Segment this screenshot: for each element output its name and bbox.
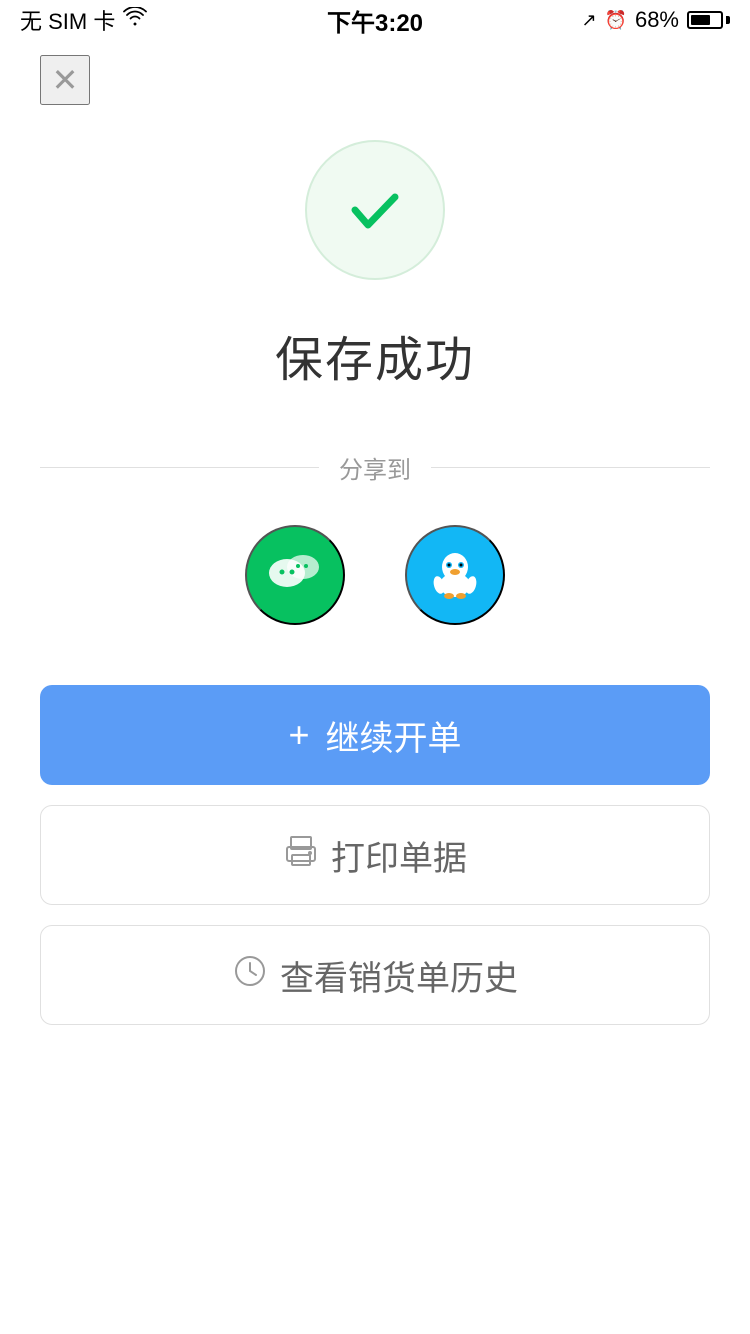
wifi-icon [123,7,147,33]
divider-left [40,467,319,468]
sim-text: 无 SIM 卡 [20,4,115,36]
history-icon [232,953,268,998]
share-section: 分享到 [40,450,710,625]
checkmark-icon [340,175,410,245]
alarm-icon: ⏰ [605,10,627,31]
divider-right [431,467,710,468]
print-label: 打印单据 [331,831,467,880]
status-time: 下午3:20 [327,3,423,38]
close-icon: ✕ [52,61,79,99]
printer-icon [283,833,319,878]
location-icon: ↗ [581,10,596,31]
share-divider: 分享到 [40,450,710,485]
wechat-share-button[interactable] [245,525,345,625]
history-label: 查看销货单历史 [280,951,518,1000]
share-label: 分享到 [319,450,431,485]
status-bar: 无 SIM 卡 下午3:20 ↗ ⏰ 68% [0,0,750,40]
main-content: 保存成功 分享到 [0,40,750,1334]
battery-icon [687,11,730,29]
success-title: 保存成功 [275,320,475,390]
status-right: ↗ ⏰ 68% [581,7,730,33]
share-icons [245,525,505,625]
status-left: 无 SIM 卡 [20,4,147,36]
print-button[interactable]: 打印单据 [40,805,710,905]
continue-label: 继续开单 [326,711,462,760]
history-button[interactable]: 查看销货单历史 [40,925,710,1025]
continue-button[interactable]: + 继续开单 [40,685,710,785]
close-button[interactable]: ✕ [40,55,90,105]
success-circle [305,140,445,280]
qq-share-button[interactable] [405,525,505,625]
battery-percent: 68% [635,7,679,33]
action-buttons: + 继续开单 打印单据 查看销货单历史 [40,685,710,1025]
plus-icon: + [288,714,309,756]
